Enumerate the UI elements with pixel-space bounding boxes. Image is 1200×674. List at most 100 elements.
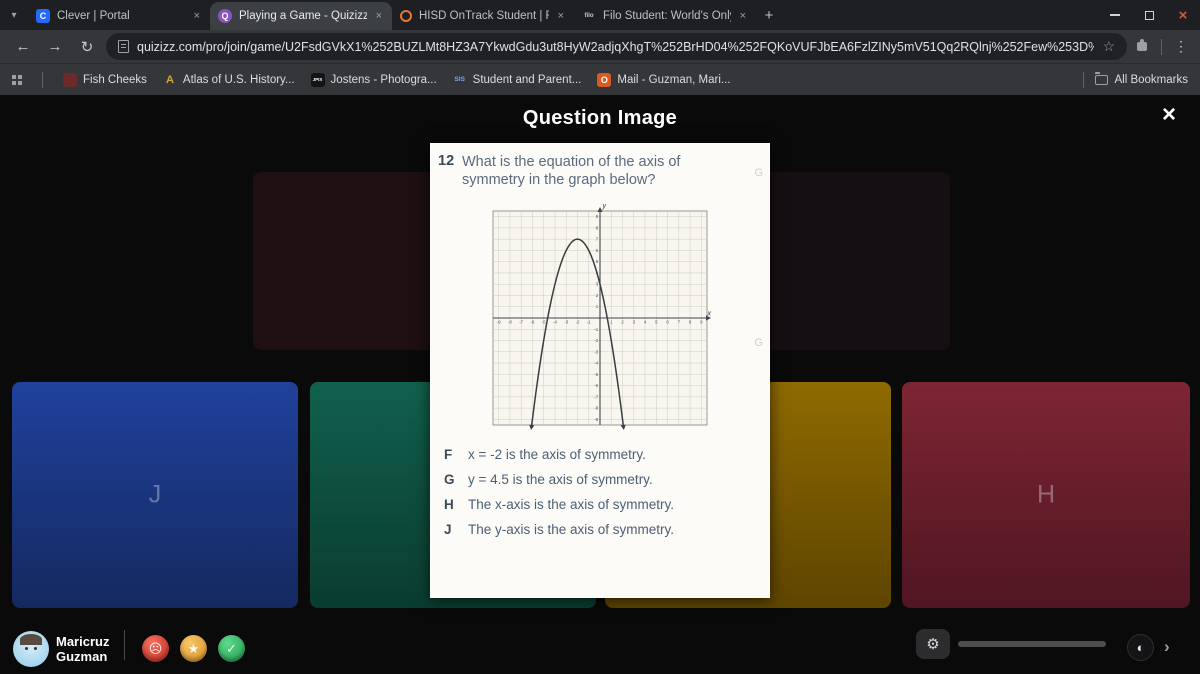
tab-clever-portal[interactable]: C Clever | Portal × bbox=[28, 2, 210, 30]
bookmark-favicon: SIS bbox=[454, 76, 465, 83]
answer-letter: F bbox=[444, 447, 453, 462]
quizizz-favicon: Q bbox=[218, 9, 232, 23]
volume-slider[interactable] bbox=[958, 641, 1106, 647]
chevron-down-icon: ▾ bbox=[11, 9, 17, 21]
bookmark-jostens[interactable]: JPIX Jostens - Photogra... bbox=[310, 72, 437, 87]
player-name: Maricruz Guzman bbox=[56, 634, 109, 664]
svg-text:-3: -3 bbox=[594, 349, 598, 354]
clever-favicon: C bbox=[36, 9, 50, 23]
all-bookmarks-label: All Bookmarks bbox=[1114, 73, 1189, 86]
answer-card-h[interactable]: H bbox=[902, 382, 1190, 608]
svg-text:-3: -3 bbox=[564, 320, 568, 325]
bookmark-favicon: JPIX bbox=[310, 72, 325, 87]
tab-quizizz[interactable]: Q Playing a Game - Quizizz × bbox=[210, 2, 392, 30]
tab-search-button[interactable]: ▾ bbox=[0, 0, 28, 30]
bookmark-label: Student and Parent... bbox=[472, 73, 582, 86]
svg-text:-7: -7 bbox=[519, 320, 523, 325]
back-button[interactable]: ← bbox=[10, 38, 36, 55]
svg-text:-6: -6 bbox=[594, 383, 598, 388]
bookmark-label: Mail - Guzman, Mari... bbox=[617, 73, 731, 86]
theme-toggle-button[interactable]: ◐ bbox=[1127, 634, 1154, 661]
tab-filo-student[interactable]: filo Filo Student: World's Only Live × bbox=[574, 2, 756, 30]
bookmark-favicon bbox=[63, 72, 77, 87]
close-window-button[interactable]: × bbox=[1166, 0, 1200, 30]
reaction-check-button[interactable]: ✓ bbox=[218, 635, 245, 662]
watermark-icon: G bbox=[754, 337, 763, 349]
svg-text:-9: -9 bbox=[594, 417, 598, 422]
quiz-stage: Question Image × J H 12 What is the equa… bbox=[0, 95, 1200, 674]
new-tab-button[interactable]: + bbox=[756, 2, 782, 28]
maximize-button[interactable] bbox=[1132, 0, 1166, 30]
bookmark-label: Atlas of U.S. History... bbox=[182, 73, 295, 86]
medal-icon: ★ bbox=[187, 640, 200, 656]
close-tab-icon[interactable]: × bbox=[556, 10, 566, 22]
tab-title: Playing a Game - Quizizz bbox=[239, 10, 367, 22]
tab-title: Filo Student: World's Only Live bbox=[603, 10, 731, 22]
svg-text:-2: -2 bbox=[576, 320, 580, 325]
close-tab-icon[interactable]: × bbox=[738, 10, 748, 22]
answer-text: y = 4.5 is the axis of symmetry. bbox=[468, 472, 653, 487]
answer-letter: G bbox=[444, 472, 455, 487]
tab-hisd-ontrack[interactable]: HISD OnTrack Student | Renais × bbox=[392, 2, 574, 30]
minimize-button[interactable] bbox=[1098, 0, 1132, 30]
site-info-icon[interactable] bbox=[118, 40, 129, 53]
svg-text:y: y bbox=[602, 203, 607, 210]
bookmark-label: Jostens - Photogra... bbox=[330, 73, 437, 86]
gear-icon: ⚙ bbox=[926, 636, 940, 653]
bookmark-fish-cheeks[interactable]: Fish Cheeks bbox=[63, 72, 147, 87]
svg-text:-8: -8 bbox=[508, 320, 512, 325]
close-tab-icon[interactable]: × bbox=[192, 10, 202, 22]
minimize-icon bbox=[1110, 14, 1120, 16]
answer-choice-j: J The y-axis is the axis of symmetry. bbox=[444, 522, 770, 537]
svg-text:-4: -4 bbox=[553, 320, 557, 325]
all-bookmarks-button[interactable]: All Bookmarks bbox=[1079, 71, 1189, 88]
expand-chevron-button[interactable]: › bbox=[1164, 637, 1170, 657]
parabola-graph: -9 -8 -7 -6 -5 -4 -3 -2 -1 1 2 3 4 5 6 7 8 9-9-8-7-6-5-4-… bbox=[492, 203, 712, 430]
bookmark-atlas-history[interactable]: A Atlas of U.S. History... bbox=[163, 73, 295, 87]
svg-text:-9: -9 bbox=[497, 320, 501, 325]
tab-title: HISD OnTrack Student | Renais bbox=[419, 10, 549, 22]
answer-card-letter: H bbox=[1036, 480, 1056, 509]
question-image: 12 What is the equation of the axis of s… bbox=[430, 143, 770, 598]
window-controls: × bbox=[1098, 0, 1200, 30]
answer-card-j[interactable]: J bbox=[12, 382, 298, 608]
bookmarks-divider bbox=[1082, 71, 1084, 88]
answer-letter: H bbox=[444, 497, 454, 512]
filo-favicon: filo bbox=[584, 13, 594, 19]
maximize-icon bbox=[1144, 10, 1154, 20]
answer-choice-h: H The x-axis is the axis of symmetry. bbox=[444, 497, 770, 512]
address-bar[interactable]: quizizz.com/pro/join/game/U2FsdGVkX1%252… bbox=[106, 33, 1127, 60]
close-tab-icon[interactable]: × bbox=[374, 10, 384, 22]
reaction-medal-button[interactable]: ★ bbox=[180, 635, 207, 662]
extensions-icon[interactable] bbox=[1137, 39, 1147, 51]
svg-text:x: x bbox=[707, 311, 712, 318]
bookmark-label: Fish Cheeks bbox=[83, 73, 147, 86]
bookmark-star-icon[interactable]: ☆ bbox=[1102, 38, 1115, 55]
contrast-icon: ◐ bbox=[1136, 640, 1145, 655]
bookmark-favicon: O bbox=[597, 72, 612, 87]
forward-button[interactable]: → bbox=[42, 38, 68, 55]
bookmarks-divider bbox=[42, 71, 43, 88]
hisd-favicon bbox=[400, 10, 412, 22]
svg-text:-7: -7 bbox=[594, 394, 598, 399]
question-text: What is the equation of the axis of symm… bbox=[462, 154, 681, 188]
svg-text:-8: -8 bbox=[594, 406, 598, 411]
svg-text:-6: -6 bbox=[530, 320, 534, 325]
svg-text:-1: -1 bbox=[594, 327, 598, 332]
answer-letter: J bbox=[444, 522, 452, 537]
svg-text:-1: -1 bbox=[587, 320, 591, 325]
browser-window: ▾ C Clever | Portal × Q Playing a Game -… bbox=[0, 0, 1200, 674]
reload-button[interactable]: ↻ bbox=[74, 38, 100, 56]
apps-grid-icon[interactable] bbox=[12, 74, 22, 85]
settings-button[interactable]: ⚙ bbox=[916, 629, 950, 659]
browser-menu-button[interactable]: ⋮ bbox=[1172, 38, 1190, 55]
toolbar-divider bbox=[1161, 38, 1162, 55]
bookmark-student-parent[interactable]: SIS Student and Parent... bbox=[453, 73, 582, 87]
game-footer: Maricruz Guzman ☹ ★ ✓ ⚙ ◐ › bbox=[0, 614, 1200, 674]
reaction-angry-button[interactable]: ☹ bbox=[142, 635, 169, 662]
close-overlay-button[interactable]: × bbox=[1162, 103, 1176, 127]
bookmark-mail-guzman[interactable]: O Mail - Guzman, Mari... bbox=[597, 72, 731, 87]
question-number: 12 bbox=[438, 153, 455, 169]
check-icon: ✓ bbox=[226, 640, 237, 656]
player-last-name: Guzman bbox=[56, 649, 108, 664]
